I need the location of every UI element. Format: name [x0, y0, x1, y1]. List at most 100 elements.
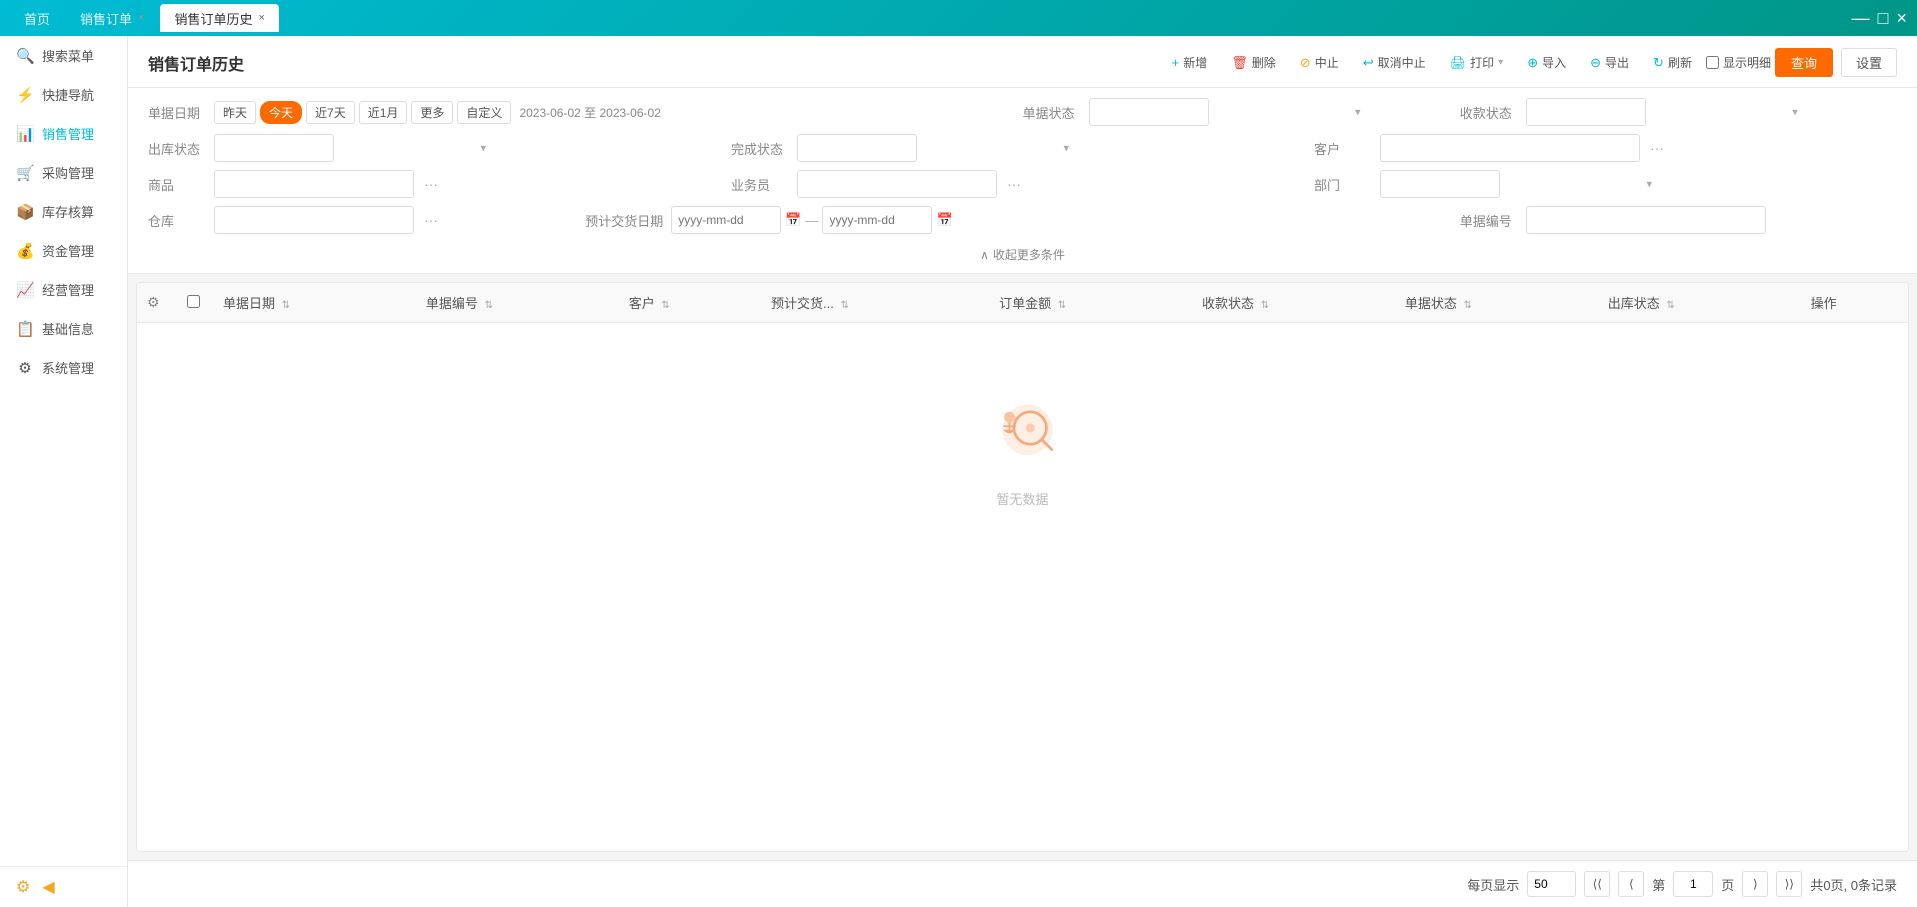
date-btn-more[interactable]: 更多 [411, 101, 453, 124]
tab-sales-order[interactable]: 销售订单 × [66, 4, 158, 32]
salesperson-ellipsis[interactable]: ··· [1003, 176, 1025, 192]
collapse-more[interactable]: ∧ 收起更多条件 [148, 242, 1897, 263]
settings-button[interactable]: 设置 [1841, 48, 1897, 77]
display-toggle-checkbox[interactable] [1706, 56, 1719, 69]
th-payment-status-label: 收款状态 [1202, 296, 1254, 311]
sidebar-item-operations[interactable]: 📈 经营管理 [0, 270, 127, 309]
export-icon: ⊖ [1590, 55, 1601, 71]
cal-to-icon[interactable]: 📅 [936, 212, 952, 228]
tab-sales-order-history[interactable]: 销售订单历史 × [160, 4, 278, 32]
tab-sales-order-close[interactable]: × [138, 12, 144, 24]
date-btn-1month[interactable]: 近1月 [359, 101, 408, 124]
per-page-select[interactable]: 50 10 20 100 [1527, 871, 1576, 897]
sidebar-settings-icon[interactable]: ⚙ [16, 877, 30, 897]
table-settings-icon[interactable]: ⚙ [147, 294, 160, 310]
page-title: 销售订单历史 [148, 51, 244, 75]
bill-no-label: 单据编号 [1460, 211, 1520, 230]
th-date[interactable]: 单据日期 ⇅ [213, 283, 416, 323]
th-amount[interactable]: 订单金额 ⇅ [989, 283, 1192, 323]
filter-row-3: 商品 ··· 业务员 ··· 部门 [148, 170, 1897, 198]
sidebar-item-inventory-label: 库存核算 [42, 202, 94, 221]
th-bill-status[interactable]: 单据状态 ⇅ [1395, 283, 1598, 323]
date-btn-7days[interactable]: 近7天 [306, 101, 355, 124]
date-btn-custom[interactable]: 自定义 [457, 101, 511, 124]
warehouse-input[interactable] [214, 206, 414, 234]
date-separator: — [805, 213, 818, 228]
import-icon: ⊕ [1527, 55, 1538, 71]
top-maximize-button[interactable]: □ [1878, 8, 1889, 29]
top-close-button[interactable]: — [1852, 8, 1870, 29]
sidebar-collapse-icon[interactable]: ◀ [42, 877, 54, 897]
select-all-checkbox[interactable] [187, 295, 200, 308]
date-buttons: 昨天 今天 近7天 近1月 更多 自定义 2023-06-02 至 2023-0… [214, 101, 661, 124]
date-btn-today[interactable]: 今天 [260, 101, 302, 124]
filter-area: 单据日期 昨天 今天 近7天 近1月 更多 自定义 2023-06-02 至 2… [128, 88, 1917, 274]
sidebar-item-basic-info[interactable]: 📋 基础信息 [0, 309, 127, 348]
th-payment-status[interactable]: 收款状态 ⇅ [1192, 283, 1395, 323]
th-bill-no-sort: ⇅ [485, 300, 493, 311]
date-btn-yesterday[interactable]: 昨天 [214, 101, 256, 124]
goods-label: 商品 [148, 175, 208, 194]
purchase-mgmt-icon: 🛒 [16, 164, 34, 182]
goods-ellipsis[interactable]: ··· [420, 176, 442, 192]
expected-date-from[interactable] [671, 206, 781, 234]
print-button[interactable]: 🖨 打印 ▾ [1440, 49, 1514, 76]
page-input[interactable] [1673, 871, 1713, 897]
th-bill-status-sort: ⇅ [1464, 300, 1472, 311]
export-button[interactable]: ⊖ 导出 [1580, 49, 1639, 76]
customer-ellipsis[interactable]: ··· [1646, 140, 1668, 156]
display-toggle-label: 显示明细 [1723, 54, 1771, 71]
next-page-button[interactable]: ⟩ [1742, 871, 1768, 897]
collapse-arrow-icon: ∧ [980, 248, 989, 262]
cal-from-icon[interactable]: 📅 [785, 212, 801, 228]
department-select[interactable] [1380, 170, 1500, 198]
sidebar-item-sales-mgmt[interactable]: 📊 销售管理 [0, 114, 127, 153]
th-bill-no[interactable]: 单据编号 ⇅ [416, 283, 619, 323]
out-status-select[interactable] [214, 134, 334, 162]
th-out-status[interactable]: 出库状态 ⇅ [1598, 283, 1801, 323]
expected-date-to[interactable] [822, 206, 932, 234]
tab-sales-order-history-close[interactable]: × [258, 12, 264, 24]
sidebar-bottom: ⚙ ◀ [0, 866, 127, 907]
filter-row-4: 仓库 ··· 预计交货日期 📅 — 📅 单据编号 [148, 206, 1897, 234]
page-label: 页 [1721, 875, 1734, 894]
sidebar-item-search-menu-label: 搜索菜单 [42, 46, 94, 65]
display-toggle[interactable]: 显示明细 [1706, 54, 1771, 71]
filter-department: 部门 [1314, 170, 1897, 198]
complete-status-select[interactable] [797, 134, 917, 162]
prev-page-button[interactable]: ⟨ [1618, 871, 1644, 897]
sidebar-item-quick-nav[interactable]: ⚡ 快捷导航 [0, 75, 127, 114]
payment-status-select[interactable] [1526, 98, 1646, 126]
sidebar-item-purchase-mgmt[interactable]: 🛒 采购管理 [0, 153, 127, 192]
refresh-button[interactable]: ↻ 刷新 [1643, 49, 1702, 76]
delete-button[interactable]: 🗑 删除 [1221, 49, 1286, 76]
bill-status-select[interactable] [1089, 98, 1209, 126]
search-menu-icon: 🔍 [16, 47, 34, 65]
th-customer[interactable]: 客户 ⇅ [619, 283, 761, 323]
sidebar-item-finance[interactable]: 💰 资金管理 [0, 231, 127, 270]
th-operation-label: 操作 [1811, 296, 1837, 311]
th-expected-date[interactable]: 预计交货... ⇅ [761, 283, 989, 323]
toolbar: + 新增 🗑 删除 ⊘ 中止 ↩ 取消中止 [1162, 48, 1897, 77]
cancel-stop-button[interactable]: ↩ 取消中止 [1353, 49, 1436, 76]
salesperson-input[interactable] [797, 170, 997, 198]
customer-input[interactable] [1380, 134, 1640, 162]
import-button[interactable]: ⊕ 导入 [1517, 49, 1576, 76]
goods-input[interactable] [214, 170, 414, 198]
sidebar-item-sys-mgmt[interactable]: ⚙ 系统管理 [0, 348, 127, 387]
th-amount-sort: ⇅ [1058, 300, 1066, 311]
last-page-button[interactable]: ⟩⟩ [1776, 871, 1802, 897]
new-button[interactable]: + 新增 [1162, 49, 1218, 76]
tab-home[interactable]: 首页 [10, 4, 64, 32]
sidebar-item-sys-mgmt-label: 系统管理 [42, 358, 94, 377]
query-button[interactable]: 查询 [1775, 48, 1833, 77]
stop-button[interactable]: ⊘ 中止 [1290, 49, 1349, 76]
warehouse-ellipsis[interactable]: ··· [420, 212, 442, 228]
first-page-button[interactable]: ⟨⟨ [1584, 871, 1610, 897]
sidebar-item-inventory[interactable]: 📦 库存核算 [0, 192, 127, 231]
warehouse-label: 仓库 [148, 211, 208, 230]
top-exit-button[interactable]: × [1896, 8, 1907, 29]
bill-no-input[interactable] [1526, 206, 1766, 234]
finance-icon: 💰 [16, 242, 34, 260]
sidebar-item-search-menu[interactable]: 🔍 搜索菜单 [0, 36, 127, 75]
